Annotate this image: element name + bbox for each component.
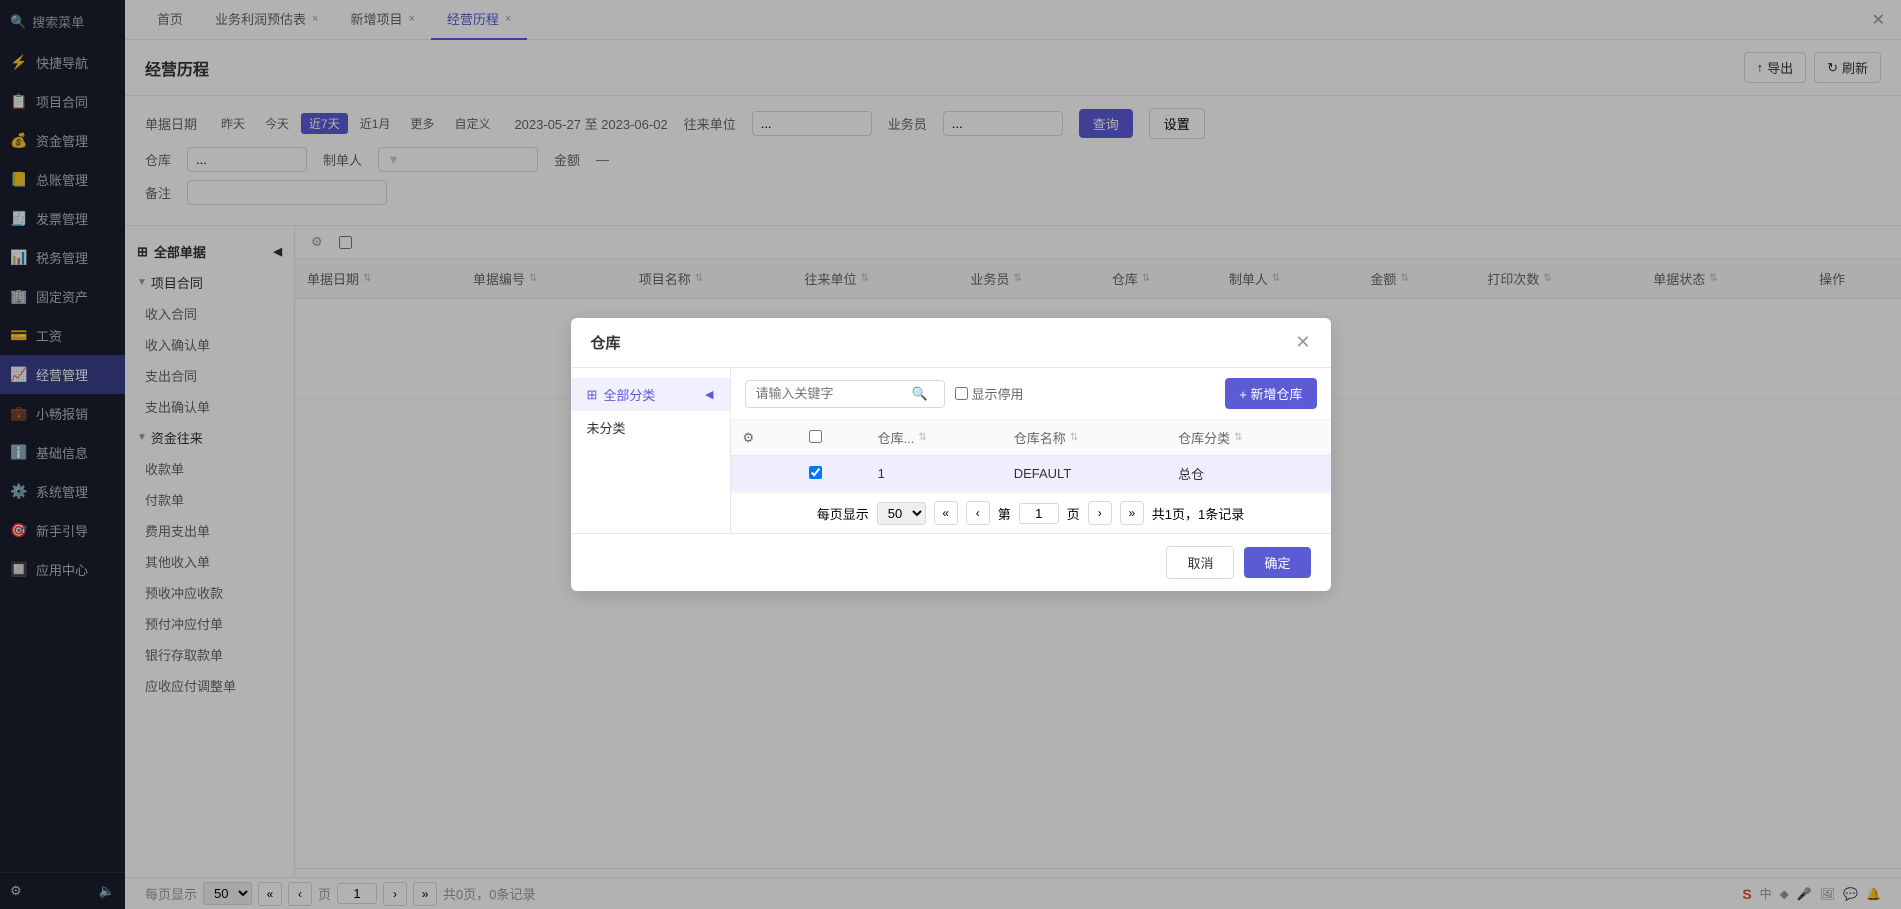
modal-th-gear: ⚙ xyxy=(731,420,797,456)
modal-table-wrap: ⚙ 仓库... ⇅ 仓库名称 xyxy=(731,420,1331,492)
modal-pagination: 每页显示 50 « ‹ 第 页 › » 共1页，1条记录 xyxy=(731,492,1331,533)
modal-page-input[interactable] xyxy=(1019,503,1059,524)
row-gear xyxy=(731,456,797,492)
modal-page-label: 第 xyxy=(998,504,1011,523)
modal-total-text: 共1页，1条记录 xyxy=(1152,504,1244,523)
modal-footer: 取消 确定 xyxy=(571,533,1331,591)
modal-overlay: 仓库 ✕ ⊞ 全部分类 ◀ 未分类 xyxy=(0,0,1901,909)
modal-warehouse-table: ⚙ 仓库... ⇅ 仓库名称 xyxy=(731,420,1331,492)
modal-next-page[interactable]: › xyxy=(1088,501,1112,525)
modal-last-page[interactable]: » xyxy=(1120,501,1144,525)
show-disabled-checkbox[interactable] xyxy=(955,387,968,400)
modal-sort-name[interactable]: ⇅ xyxy=(1070,432,1078,443)
confirm-button[interactable]: 确定 xyxy=(1244,547,1310,578)
modal-sort-code[interactable]: ⇅ xyxy=(918,432,926,443)
modal-th-category: 仓库分类 ⇅ xyxy=(1166,420,1330,456)
grid-icon-modal: ⊞ xyxy=(587,387,598,403)
modal-header: 仓库 ✕ xyxy=(571,318,1331,368)
table-row[interactable]: 1 DEFAULT 总仓 xyxy=(731,456,1331,492)
modal-first-page[interactable]: « xyxy=(934,501,958,525)
modal-per-page-label: 每页显示 xyxy=(817,504,869,523)
modal-search-input[interactable] xyxy=(756,386,906,401)
show-disabled-checkbox-label: 显示停用 xyxy=(955,384,1024,403)
modal-title: 仓库 xyxy=(591,332,621,353)
modal-per-page-select[interactable]: 50 xyxy=(877,502,926,525)
row-id: 1 xyxy=(866,456,1002,492)
modal-search-box: 🔍 xyxy=(745,380,945,408)
modal-page-suffix: 页 xyxy=(1067,504,1080,523)
row-code: DEFAULT xyxy=(1002,456,1166,492)
modal-category-unclassified[interactable]: 未分类 xyxy=(571,411,730,444)
cancel-button[interactable]: 取消 xyxy=(1166,546,1234,579)
modal-sort-category[interactable]: ⇅ xyxy=(1234,432,1242,443)
modal-close-button[interactable]: ✕ xyxy=(1295,332,1310,353)
row-checkbox xyxy=(797,456,866,492)
modal-search-icon[interactable]: 🔍 xyxy=(912,386,928,402)
modal-left-collapse[interactable]: ◀ xyxy=(705,388,713,401)
row-select-checkbox[interactable] xyxy=(809,466,822,479)
row-name: 总仓 xyxy=(1166,456,1330,492)
gear-icon-table[interactable]: ⚙ xyxy=(743,430,755,445)
modal-th-code: 仓库... ⇅ xyxy=(866,420,1002,456)
warehouse-modal: 仓库 ✕ ⊞ 全部分类 ◀ 未分类 xyxy=(571,318,1331,591)
modal-th-checkbox xyxy=(797,420,866,456)
modal-prev-page[interactable]: ‹ xyxy=(966,501,990,525)
add-warehouse-button[interactable]: + 新增仓库 xyxy=(1225,378,1316,409)
modal-th-name: 仓库名称 ⇅ xyxy=(1002,420,1166,456)
modal-category-all[interactable]: ⊞ 全部分类 ◀ xyxy=(571,378,730,411)
modal-body: ⊞ 全部分类 ◀ 未分类 🔍 显示停用 xyxy=(571,368,1331,533)
modal-left-panel: ⊞ 全部分类 ◀ 未分类 xyxy=(571,368,731,533)
modal-select-all-checkbox[interactable] xyxy=(809,430,822,443)
modal-toolbar: 🔍 显示停用 + 新增仓库 xyxy=(731,368,1331,420)
modal-right-panel: 🔍 显示停用 + 新增仓库 ⚙ xyxy=(731,368,1331,533)
